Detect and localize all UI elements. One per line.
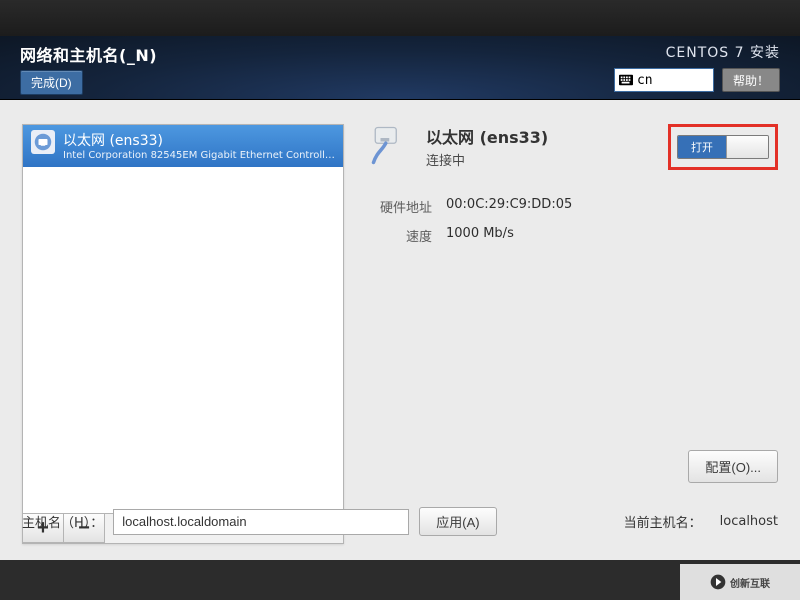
done-button[interactable]: 完成(D) <box>20 70 83 95</box>
interface-list-item[interactable]: 以太网 (ens33) Intel Corporation 82545EM Gi… <box>23 125 343 167</box>
interface-detail-panel: 以太网 (ens33) 连接中 打开 硬件地址 00:0C:29:C9:DD:0… <box>370 124 778 255</box>
interface-title: 以太网 (ens33) <box>426 124 548 148</box>
detail-label-speed: 速度 <box>370 226 432 245</box>
interface-item-name: 以太网 (ens33) <box>63 130 335 150</box>
interface-status: 连接中 <box>426 150 548 169</box>
ethernet-icon <box>31 130 55 154</box>
detail-value-speed: 1000 Mb/s <box>446 226 514 245</box>
distro-label: CENTOS 7 安装 <box>614 42 780 62</box>
detail-value-mac: 00:0C:29:C9:DD:05 <box>446 197 572 216</box>
interface-list-panel: 以太网 (ens33) Intel Corporation 82545EM Gi… <box>22 124 344 544</box>
current-hostname-label: 当前主机名： <box>624 512 702 531</box>
keyboard-indicator[interactable]: cn <box>614 68 714 92</box>
interface-details: 硬件地址 00:0C:29:C9:DD:05 速度 1000 Mb/s <box>370 197 778 245</box>
detail-label-mac: 硬件地址 <box>370 197 432 216</box>
installer-header: 网络和主机名(_N) 完成(D) CENTOS 7 安装 cn 帮助！ <box>0 36 800 100</box>
interface-item-sub: Intel Corporation 82545EM Gigabit Ethern… <box>63 150 335 161</box>
gnome-top-bar <box>0 0 800 36</box>
hostname-label: 主机名（H）： <box>22 512 103 531</box>
help-button[interactable]: 帮助！ <box>722 68 780 92</box>
current-hostname-value: localhost <box>720 514 778 529</box>
keyboard-icon <box>619 74 633 86</box>
keyboard-layout-text: cn <box>637 73 653 88</box>
toggle-knob <box>726 136 768 158</box>
configure-button[interactable]: 配置(O)... <box>688 450 778 483</box>
toggle-on-label: 打开 <box>678 136 726 158</box>
main-area: 以太网 (ens33) Intel Corporation 82545EM Gi… <box>0 100 800 560</box>
page-title: 网络和主机名(_N) <box>20 42 157 66</box>
hostname-input[interactable] <box>113 509 409 535</box>
detail-row: 硬件地址 00:0C:29:C9:DD:05 <box>370 197 778 216</box>
ethernet-large-icon <box>370 124 412 166</box>
detail-row: 速度 1000 Mb/s <box>370 226 778 245</box>
watermark: 创新互联 <box>680 564 800 600</box>
connection-toggle[interactable]: 打开 <box>677 135 769 159</box>
interface-list: 以太网 (ens33) Intel Corporation 82545EM Gi… <box>23 125 343 513</box>
apply-hostname-button[interactable]: 应用(A) <box>419 507 496 536</box>
highlight-box: 打开 <box>668 124 778 170</box>
